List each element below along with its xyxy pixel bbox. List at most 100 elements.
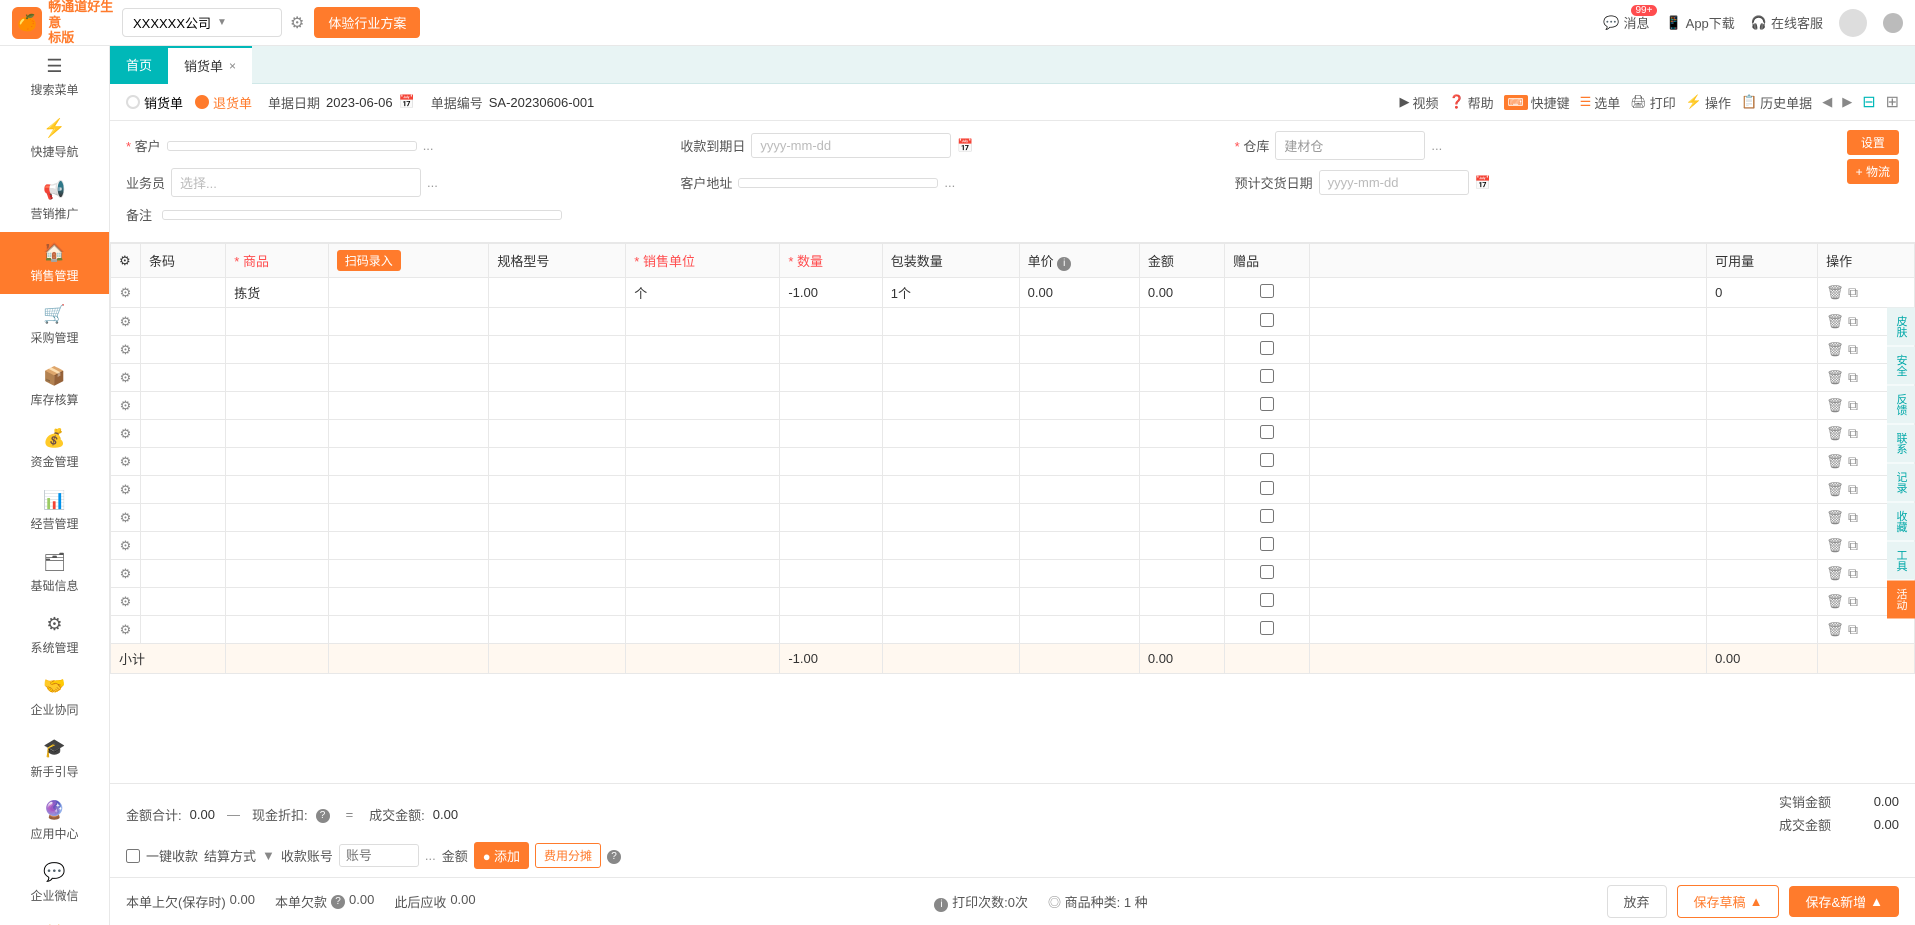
copy-row-btn[interactable]: ⧉ bbox=[1848, 593, 1858, 610]
cell-gift[interactable] bbox=[1225, 616, 1310, 644]
tab-home[interactable]: 首页 bbox=[110, 46, 168, 84]
cell-product[interactable] bbox=[226, 448, 328, 476]
cell-unit[interactable] bbox=[626, 336, 780, 364]
cell-quantity[interactable] bbox=[780, 504, 882, 532]
salesperson-dots[interactable]: ... bbox=[427, 175, 438, 190]
cell-amount[interactable]: 0.00 bbox=[1139, 278, 1224, 308]
cell-amount[interactable] bbox=[1139, 616, 1224, 644]
sidebar-item-operations[interactable]: 📊 经营管理 bbox=[0, 480, 109, 542]
expected-date-input[interactable]: yyyy-mm-dd bbox=[1319, 170, 1469, 195]
copy-row-btn[interactable]: ⧉ bbox=[1848, 425, 1858, 442]
cell-unit[interactable] bbox=[626, 448, 780, 476]
cell-amount[interactable] bbox=[1139, 476, 1224, 504]
delete-row-btn[interactable]: 🗑 bbox=[1826, 621, 1844, 638]
delete-row-btn[interactable]: 🗑 bbox=[1826, 284, 1844, 301]
cell-settings[interactable]: ⚙ bbox=[111, 308, 141, 336]
sidebar-item-system[interactable]: ⚙ 系统管理 bbox=[0, 604, 109, 666]
settlement-dropdown-icon[interactable]: ▼ bbox=[262, 848, 275, 863]
float-btn-tool[interactable]: 工具 bbox=[1887, 541, 1915, 579]
delete-row-btn[interactable]: 🗑 bbox=[1826, 481, 1844, 498]
user-avatar[interactable] bbox=[1839, 9, 1867, 37]
cell-pack-qty[interactable] bbox=[882, 392, 1019, 420]
cell-pack-qty[interactable] bbox=[882, 504, 1019, 532]
app-download-btn[interactable]: 📱 App下载 bbox=[1665, 13, 1734, 32]
select-btn[interactable]: ☰ 选单 bbox=[1580, 93, 1621, 112]
copy-row-btn[interactable]: ⧉ bbox=[1848, 341, 1858, 358]
cell-gift[interactable] bbox=[1225, 336, 1310, 364]
cell-gift[interactable] bbox=[1225, 532, 1310, 560]
cell-pack-qty[interactable] bbox=[882, 588, 1019, 616]
sidebar-item-wechat[interactable]: 💬 企业微信 bbox=[0, 852, 109, 914]
message-btn[interactable]: 💬 消息 99+ bbox=[1603, 13, 1649, 32]
cell-amount[interactable] bbox=[1139, 308, 1224, 336]
cell-spec[interactable] bbox=[489, 616, 626, 644]
cell-gift[interactable] bbox=[1225, 364, 1310, 392]
cell-unit-price[interactable] bbox=[1019, 420, 1139, 448]
cell-unit[interactable] bbox=[626, 616, 780, 644]
cell-settings[interactable]: ⚙ bbox=[111, 504, 141, 532]
copy-row-btn[interactable]: ⧉ bbox=[1848, 621, 1858, 638]
cell-product[interactable] bbox=[226, 336, 328, 364]
cell-unit[interactable]: 个 bbox=[626, 278, 780, 308]
delete-row-btn[interactable]: 🗑 bbox=[1826, 313, 1844, 330]
cell-quantity[interactable] bbox=[780, 336, 882, 364]
print-btn[interactable]: 🖨 打印 bbox=[1630, 93, 1676, 112]
cell-unit[interactable] bbox=[626, 504, 780, 532]
date-calendar-icon[interactable]: 📅 bbox=[399, 94, 415, 110]
cell-spec[interactable] bbox=[489, 364, 626, 392]
cell-quantity[interactable] bbox=[780, 616, 882, 644]
cell-settings[interactable]: ⚙ bbox=[111, 278, 141, 308]
product-type-radio[interactable]: ◎ bbox=[1048, 895, 1061, 910]
tab-close-icon[interactable]: × bbox=[229, 59, 236, 73]
payment-due-input[interactable]: yyyy-mm-dd bbox=[751, 133, 951, 158]
copy-row-btn[interactable]: ⧉ bbox=[1848, 565, 1858, 582]
save-draft-btn[interactable]: 保存草稿 ▲ bbox=[1677, 885, 1780, 918]
payment-calendar-icon[interactable]: 📅 bbox=[957, 138, 973, 154]
tab-sales-order[interactable]: 销货单 × bbox=[168, 46, 252, 84]
cell-quantity[interactable] bbox=[780, 308, 882, 336]
save-new-btn[interactable]: 保存&新增 ▲ bbox=[1789, 886, 1899, 917]
operation-btn[interactable]: ⚡ 操作 bbox=[1686, 93, 1731, 112]
cell-unit-price[interactable] bbox=[1019, 504, 1139, 532]
cell-spec[interactable] bbox=[489, 392, 626, 420]
cell-product[interactable] bbox=[226, 588, 328, 616]
sidebar-item-quick-nav[interactable]: ⚡ 快捷导航 bbox=[0, 108, 109, 170]
cell-product[interactable] bbox=[226, 560, 328, 588]
sidebar-item-sales[interactable]: 🏠 销售管理 bbox=[0, 232, 109, 294]
list-view-icon[interactable]: ⊟ bbox=[1862, 92, 1875, 112]
cell-gift[interactable] bbox=[1225, 392, 1310, 420]
cell-amount[interactable] bbox=[1139, 336, 1224, 364]
cell-unit[interactable] bbox=[626, 364, 780, 392]
cell-product[interactable] bbox=[226, 420, 328, 448]
float-btn-feedback[interactable]: 反馈 bbox=[1887, 385, 1915, 423]
cell-settings[interactable]: ⚙ bbox=[111, 616, 141, 644]
cell-quantity[interactable] bbox=[780, 420, 882, 448]
history-btn[interactable]: 📋 历史单据 bbox=[1741, 93, 1812, 112]
float-btn-contact[interactable]: 联系 bbox=[1887, 424, 1915, 462]
cell-unit-price[interactable] bbox=[1019, 308, 1139, 336]
cell-pack-qty[interactable] bbox=[882, 616, 1019, 644]
cash-discount-info[interactable]: ? bbox=[316, 806, 330, 823]
expense-split-btn[interactable]: 费用分摊 bbox=[535, 843, 601, 868]
copy-row-btn[interactable]: ⧉ bbox=[1848, 481, 1858, 498]
cell-gift[interactable] bbox=[1225, 308, 1310, 336]
cell-product[interactable]: 拣货 bbox=[226, 278, 328, 308]
user-avatar2[interactable] bbox=[1883, 13, 1903, 33]
cell-amount[interactable] bbox=[1139, 504, 1224, 532]
sidebar-item-apps[interactable]: 🔮 应用中心 bbox=[0, 790, 109, 852]
cell-settings[interactable]: ⚙ bbox=[111, 476, 141, 504]
cell-gift[interactable] bbox=[1225, 278, 1310, 308]
cell-unit-price[interactable] bbox=[1019, 364, 1139, 392]
cell-unit-price[interactable]: 0.00 bbox=[1019, 278, 1139, 308]
copy-row-btn[interactable]: ⧉ bbox=[1848, 453, 1858, 470]
cell-amount[interactable] bbox=[1139, 448, 1224, 476]
cell-pack-qty[interactable] bbox=[882, 532, 1019, 560]
sidebar-item-collab[interactable]: 🤝 企业协同 bbox=[0, 666, 109, 728]
logistics-btn[interactable]: + 物流 bbox=[1847, 159, 1899, 184]
setup-btn[interactable]: 设置 bbox=[1847, 130, 1899, 155]
cell-spec[interactable] bbox=[489, 560, 626, 588]
copy-row-btn[interactable]: ⧉ bbox=[1848, 537, 1858, 554]
delete-row-btn[interactable]: 🗑 bbox=[1826, 565, 1844, 582]
cell-pack-qty[interactable] bbox=[882, 476, 1019, 504]
cell-unit[interactable] bbox=[626, 392, 780, 420]
